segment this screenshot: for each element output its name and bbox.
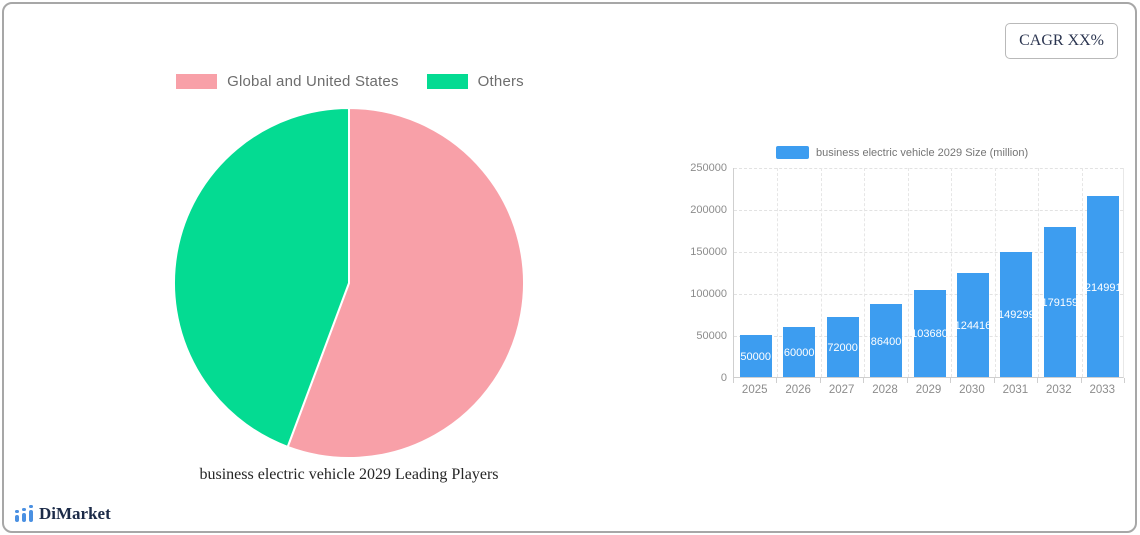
x-axis-tick-label: 2033 — [1089, 384, 1116, 396]
y-axis-tick-label: 250000 — [690, 162, 727, 174]
x-axis-tick-label: 2030 — [959, 384, 985, 396]
x-axis-tick-label: 2026 — [785, 384, 811, 396]
x-axis-tick-label: 2027 — [828, 384, 855, 396]
gridline-vertical — [907, 168, 909, 377]
x-axis-tick-label: 2025 — [741, 384, 768, 396]
x-axis-tick-mark — [993, 378, 995, 383]
pie-legend: Global and United States Others — [60, 73, 640, 90]
gridline-horizontal — [734, 210, 1123, 211]
bar-value-label: 124416 — [954, 319, 992, 332]
report-figure: CAGR XX% Global and United States Others… — [0, 0, 1140, 535]
x-axis-tick-mark — [1037, 378, 1039, 383]
bar-value-label: 60000 — [783, 346, 815, 359]
x-axis-tick-mark — [863, 378, 865, 383]
bar-chart-plot-area: 50000 60000 72000 86400 103680 124416 149299 17… — [733, 168, 1124, 378]
gridline-vertical — [994, 168, 996, 377]
bar-value-label: 72000 — [827, 341, 858, 354]
x-axis-tick-label: 2028 — [872, 384, 898, 396]
x-axis-tick-label: 2029 — [915, 384, 942, 396]
pie-chart-title: business electric vehicle 2029 Leading P… — [199, 466, 499, 483]
y-axis-tick-label: 100000 — [690, 288, 727, 300]
bar-value-label: 86400 — [870, 335, 902, 348]
y-axis-tick-label: 50000 — [696, 330, 727, 342]
x-axis-tick-mark — [1124, 378, 1125, 383]
y-axis-tick-label: 150000 — [690, 246, 727, 258]
bar-value-label: 149299 — [998, 309, 1035, 322]
bar-legend-label: business electric vehicle 2029 Size (mil… — [816, 146, 1029, 159]
x-axis-tick-mark — [1080, 378, 1082, 383]
gridline-vertical — [864, 168, 866, 377]
x-axis-tick-mark — [906, 378, 908, 383]
logo-text: DiMarket — [39, 504, 111, 523]
x-axis-tick-mark — [733, 378, 734, 383]
cagr-badge-button[interactable]: CAGR XX% — [1005, 23, 1118, 59]
x-axis-tick-mark — [819, 378, 821, 383]
gridline-vertical — [951, 168, 953, 377]
pie-legend-label: Others — [477, 73, 524, 90]
x-axis-tick-label: 2032 — [1046, 384, 1072, 396]
bar-chart-logo-icon — [15, 504, 34, 522]
pie-legend-item-others: Others — [426, 73, 524, 90]
bar-value-label: 214991 — [1084, 281, 1122, 294]
bar-legend-swatch-blue — [776, 146, 809, 159]
gridline-vertical — [1081, 168, 1083, 377]
pie-legend-swatch-pink — [176, 74, 218, 89]
bar-value-label: 50000 — [740, 351, 772, 363]
bar-value-label: 179159 — [1041, 296, 1079, 309]
pie-legend-label: Global and United States — [227, 73, 399, 90]
x-axis-tick-mark — [950, 378, 952, 383]
gridline-vertical — [777, 168, 779, 377]
gridline-vertical — [1038, 168, 1040, 377]
gridline-vertical — [820, 168, 822, 377]
dimarket-logo: DiMarket — [15, 504, 111, 523]
y-axis-tick-label: 0 — [720, 372, 727, 384]
x-axis-tick-label: 2031 — [1002, 384, 1029, 396]
bar-legend: business electric vehicle 2029 Size (mil… — [776, 146, 1028, 159]
pie-chart — [173, 107, 525, 459]
gridline-horizontal — [734, 168, 1123, 169]
bar-value-label: 103680 — [911, 328, 948, 341]
y-axis-tick-label: 200000 — [690, 204, 727, 216]
pie-legend-swatch-green — [426, 74, 468, 89]
pie-legend-item-global: Global and United States — [176, 73, 399, 90]
x-axis-tick-mark — [776, 378, 778, 383]
